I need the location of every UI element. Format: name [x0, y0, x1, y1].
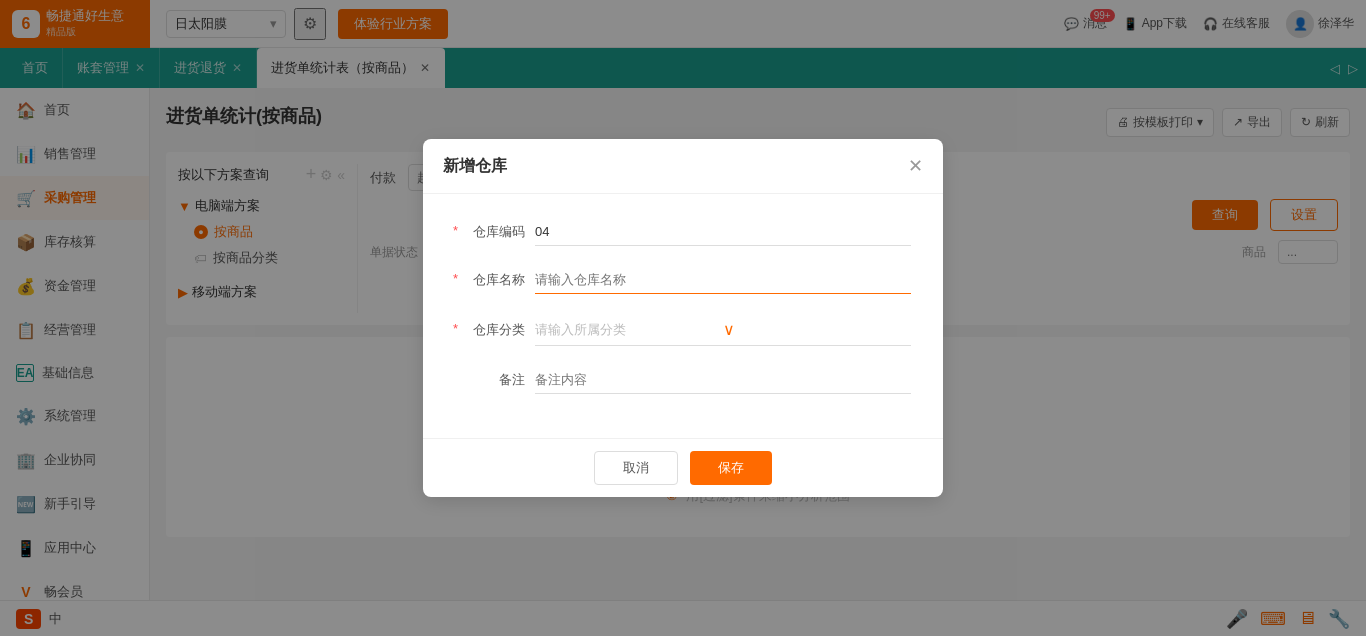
code-label: 仓库编码: [455, 223, 535, 241]
name-label: 仓库名称: [455, 271, 535, 289]
note-input[interactable]: [535, 366, 911, 394]
note-label: 备注: [455, 371, 535, 389]
name-input[interactable]: [535, 266, 911, 294]
category-select[interactable]: 请输入所属分类 ∨: [535, 314, 911, 346]
category-arrow-icon: ∨: [723, 320, 911, 339]
dialog-add-warehouse: 新增仓库 ✕ 仓库编码 仓库名称 仓库分类 请输入所属分类 ∨: [423, 139, 943, 497]
category-label: 仓库分类: [455, 321, 535, 339]
category-placeholder: 请输入所属分类: [535, 321, 723, 339]
save-button[interactable]: 保存: [690, 451, 772, 485]
dialog-footer: 取消 保存: [423, 438, 943, 497]
dialog-category-row: 仓库分类 请输入所属分类 ∨: [455, 314, 911, 346]
modal-overlay[interactable]: 新增仓库 ✕ 仓库编码 仓库名称 仓库分类 请输入所属分类 ∨: [0, 0, 1366, 636]
dialog-header: 新增仓库 ✕: [423, 139, 943, 194]
code-input[interactable]: [535, 218, 911, 246]
dialog-title: 新增仓库: [443, 156, 507, 177]
dialog-code-row: 仓库编码: [455, 218, 911, 246]
dialog-body: 仓库编码 仓库名称 仓库分类 请输入所属分类 ∨ 备注: [423, 194, 943, 438]
cancel-button[interactable]: 取消: [594, 451, 678, 485]
dialog-note-row: 备注: [455, 366, 911, 394]
dialog-name-row: 仓库名称: [455, 266, 911, 294]
dialog-close-button[interactable]: ✕: [908, 155, 923, 177]
